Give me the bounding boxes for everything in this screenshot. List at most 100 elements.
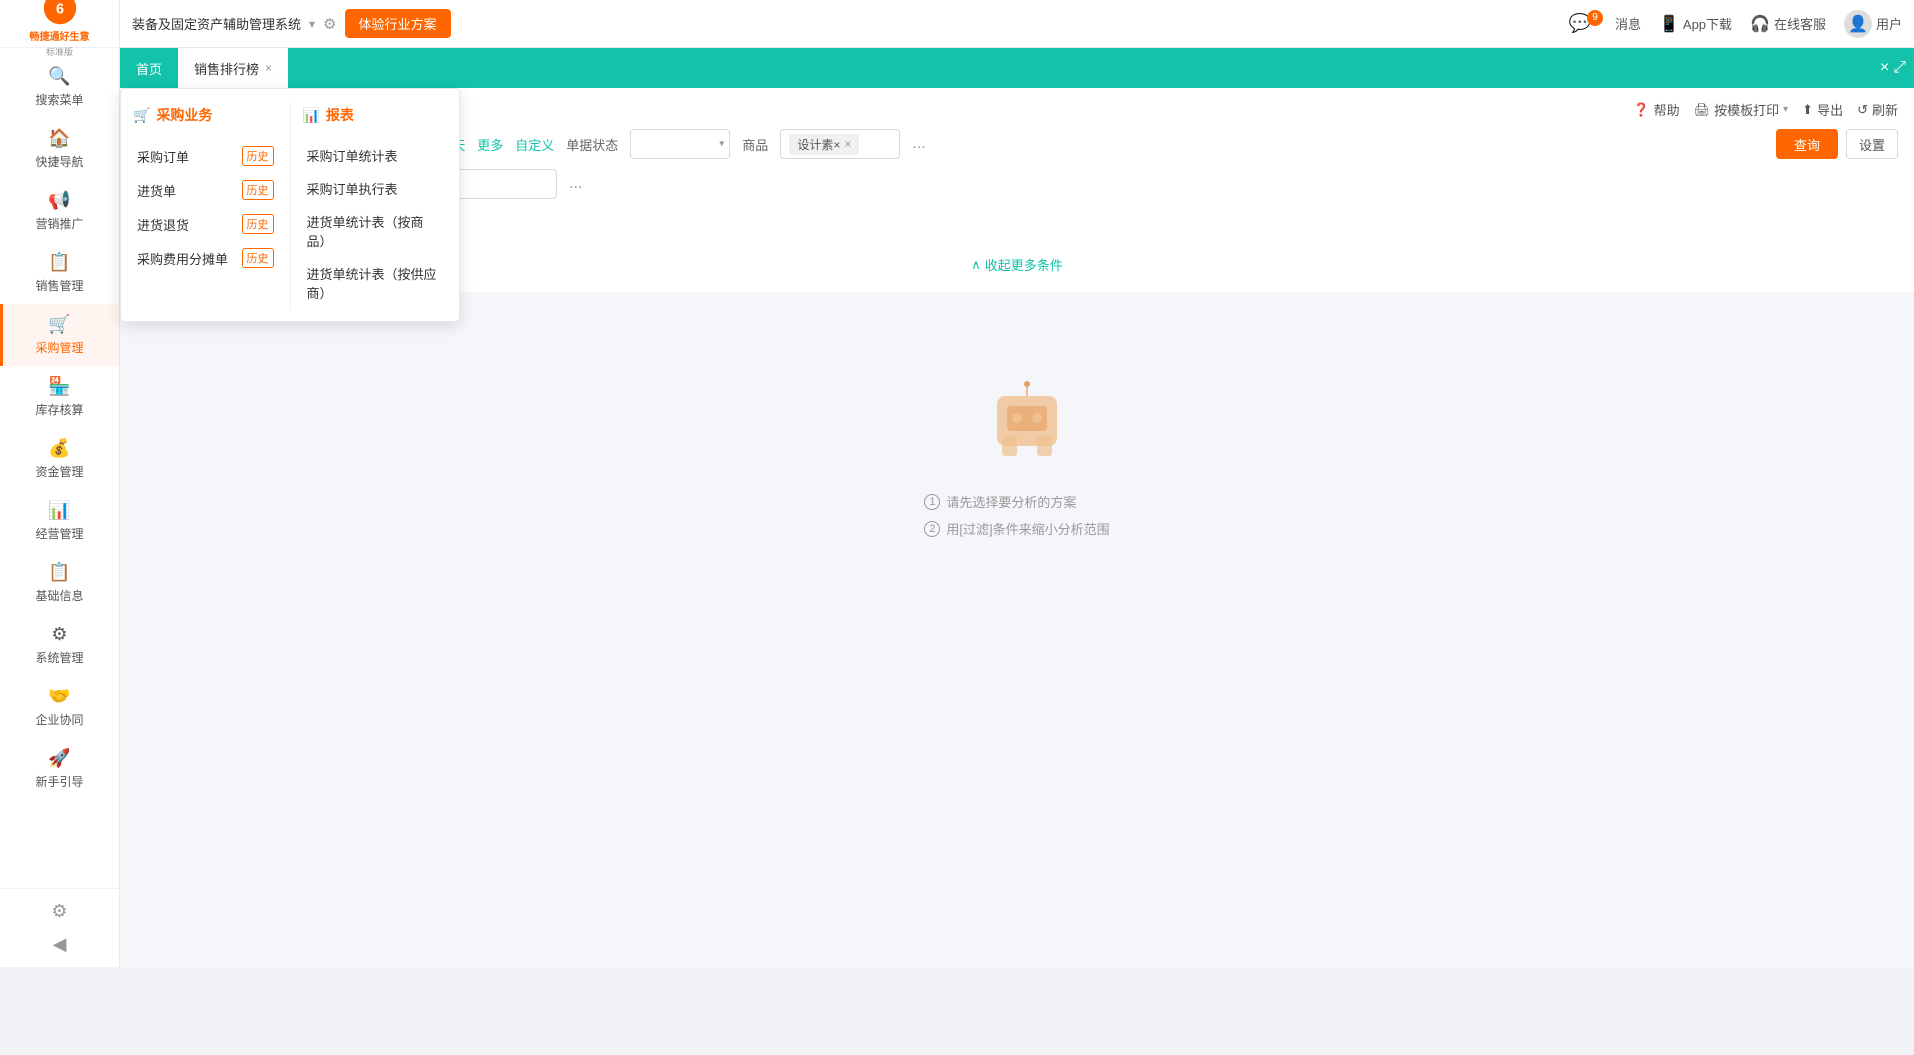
avatar: 👤 <box>1844 10 1872 38</box>
phone-icon: 📱 <box>1659 14 1679 34</box>
sidebar-item-quick-nav-label: 快捷导航 <box>35 153 83 170</box>
sidebar-item-system[interactable]: ⚙ 系统管理 <box>0 614 119 676</box>
goods-input[interactable]: 设计素× × <box>780 129 900 159</box>
sidebar-item-marketing[interactable]: 📢 营销推广 <box>0 180 119 242</box>
help-label: 帮助 <box>1654 100 1680 119</box>
goods-tag-close[interactable]: × <box>844 137 851 151</box>
bill-status-select[interactable] <box>630 129 730 159</box>
refresh-icon: ↺ <box>1857 102 1868 118</box>
tab-close-icon[interactable]: × <box>265 61 272 75</box>
collapse-sidebar-icon[interactable]: ◀ <box>53 934 67 955</box>
purchase-dropdown-menu: 🛒 采购业务 采购订单 历史 进货单 历史 进货退货 历史 采购费用分摊单 历史 <box>120 88 460 322</box>
sidebar-item-sales-label: 销售管理 <box>35 277 83 294</box>
help-btn[interactable]: ❓ 帮助 <box>1633 100 1679 119</box>
salesperson-dots[interactable]: ... <box>569 175 582 193</box>
user-label: 用户 <box>1876 14 1902 33</box>
hint-num-2: 2 <box>924 521 940 537</box>
tab-home-label: 首页 <box>136 59 162 78</box>
system-gear-icon[interactable]: ⚙ <box>323 15 336 33</box>
goods-tag: 设计素× × <box>789 134 859 155</box>
more-options-link[interactable]: 更多 <box>477 135 503 154</box>
enterprise-icon: 🤝 <box>48 686 70 707</box>
industry-btn[interactable]: 体验行业方案 <box>345 9 451 38</box>
purchase-col-title: 🛒 采购业务 <box>133 101 278 129</box>
window-close-icon[interactable]: × <box>1880 59 1889 77</box>
return-label: 进货退货 <box>137 215 189 234</box>
export-btn[interactable]: ⬆ 导出 <box>1802 100 1843 119</box>
sidebar-item-finance[interactable]: 💰 资金管理 <box>0 428 119 490</box>
return-item[interactable]: 进货退货 历史 <box>133 207 278 241</box>
report-inbound-supplier[interactable]: 进货单统计表（按供应商） <box>303 257 448 309</box>
logo-icon: 6 <box>42 0 78 26</box>
sidebar-item-sales[interactable]: 📋 销售管理 <box>0 242 119 304</box>
sidebar-item-enterprise-label: 企业协同 <box>35 711 83 728</box>
inbound-history: 历史 <box>242 180 274 200</box>
sidebar-item-purchase[interactable]: 🛒 采购管理 <box>0 304 119 366</box>
goods-dots[interactable]: ... <box>912 135 925 153</box>
print-icon: 🖨 <box>1694 102 1711 118</box>
report-inbound-supplier-label: 进货单统计表（按供应商） <box>307 264 444 302</box>
system-dropdown-arrow[interactable]: ▾ <box>309 17 315 31</box>
custom-link[interactable]: 自定义 <box>515 135 554 154</box>
tab-sales-ranking-label: 销售排行榜 <box>194 59 259 78</box>
report-order-exec[interactable]: 采购订单执行表 <box>303 172 448 205</box>
top-bar-middle: 装备及固定资产辅助管理系统 ▾ ⚙ 体验行业方案 <box>132 9 1569 38</box>
purchase-col-label: 采购业务 <box>156 105 212 125</box>
sidebar-item-inventory-label: 库存核算 <box>35 401 83 418</box>
sidebar-item-operation-label: 经营管理 <box>35 525 83 542</box>
export-label: 导出 <box>1817 100 1843 119</box>
hint-2: 2 用[过滤]条件来缩小分析范围 <box>924 519 1109 538</box>
operation-icon: 📊 <box>48 500 70 521</box>
sidebar-item-inventory[interactable]: 🏪 库存核算 <box>0 366 119 428</box>
search-icon: 🔍 <box>48 66 70 87</box>
app-download-label: App下载 <box>1683 14 1732 33</box>
system-icon: ⚙ <box>51 624 67 645</box>
refresh-btn[interactable]: ↺ 刷新 <box>1857 100 1898 119</box>
purchase-order-history: 历史 <box>242 146 274 166</box>
message-badge: 9 <box>1587 10 1603 26</box>
bill-status-label: 单据状态 <box>566 135 618 154</box>
tab-sales-ranking[interactable]: 销售排行榜 × <box>178 48 288 88</box>
hint-1: 1 请先选择要分析的方案 <box>924 492 1109 511</box>
purchase-order-label: 采购订单 <box>137 147 189 166</box>
sidebar-item-basic-info[interactable]: 📋 基础信息 <box>0 552 119 614</box>
online-service-item[interactable]: 🎧 在线客服 <box>1750 14 1826 34</box>
report-inbound-goods[interactable]: 进货单统计表（按商品） <box>303 205 448 257</box>
purchase-icon: 🛒 <box>48 314 70 335</box>
print-arrow: ▾ <box>1783 104 1788 115</box>
empty-state: 1 请先选择要分析的方案 2 用[过滤]条件来缩小分析范围 <box>120 296 1914 618</box>
print-btn[interactable]: 🖨 按模板打印 ▾ <box>1694 100 1789 119</box>
sidebar-item-search[interactable]: 🔍 搜索菜单 <box>0 56 119 118</box>
sidebar-bottom: ⚙ ◀ <box>0 888 119 967</box>
sidebar-item-operation[interactable]: 📊 经营管理 <box>0 490 119 552</box>
sidebar-item-enterprise[interactable]: 🤝 企业协同 <box>0 676 119 738</box>
goods-label: 商品 <box>742 135 768 154</box>
logo-brand: 畅捷通好生意 <box>30 28 90 43</box>
sidebar-item-quick-nav[interactable]: 🏠 快捷导航 <box>0 118 119 180</box>
query-btn[interactable]: 查询 <box>1776 129 1838 159</box>
window-expand-icon[interactable]: ⤢ <box>1893 59 1906 77</box>
message-item[interactable]: 💬 9 消息 <box>1569 13 1641 34</box>
tab-home[interactable]: 首页 <box>120 48 178 88</box>
purchase-order-item[interactable]: 采购订单 历史 <box>133 139 278 173</box>
user-item[interactable]: 👤 用户 <box>1844 10 1902 38</box>
expense-item[interactable]: 采购费用分摊单 历史 <box>133 241 278 275</box>
refresh-label: 刷新 <box>1872 100 1898 119</box>
purchase-col: 🛒 采购业务 采购订单 历史 进货单 历史 进货退货 历史 采购费用分摊单 历史 <box>121 101 290 309</box>
empty-icon <box>967 376 1067 476</box>
collapse-btn[interactable]: ∧ 收起更多条件 <box>971 249 1063 280</box>
sidebar-item-guide[interactable]: 🚀 新手引导 <box>0 738 119 800</box>
app-download-item[interactable]: 📱 App下载 <box>1659 14 1732 34</box>
report-col: 📊 报表 采购订单统计表 采购订单执行表 进货单统计表（按商品） 进货单统计表（… <box>290 101 460 309</box>
goods-tag-text: 设计素× <box>797 136 840 153</box>
sidebar-item-search-label: 搜索菜单 <box>35 91 83 108</box>
settings-bottom-icon[interactable]: ⚙ <box>51 901 67 922</box>
expense-history: 历史 <box>242 248 274 268</box>
top-bar: 装备及固定资产辅助管理系统 ▾ ⚙ 体验行业方案 💬 9 消息 📱 App下载 … <box>0 0 1914 48</box>
settings-btn[interactable]: 设置 <box>1846 129 1898 159</box>
report-order-stat-label: 采购订单统计表 <box>307 146 398 165</box>
message-label: 消息 <box>1615 14 1641 33</box>
marketing-icon: 📢 <box>48 190 70 211</box>
report-order-stat[interactable]: 采购订单统计表 <box>303 139 448 172</box>
inbound-item[interactable]: 进货单 历史 <box>133 173 278 207</box>
